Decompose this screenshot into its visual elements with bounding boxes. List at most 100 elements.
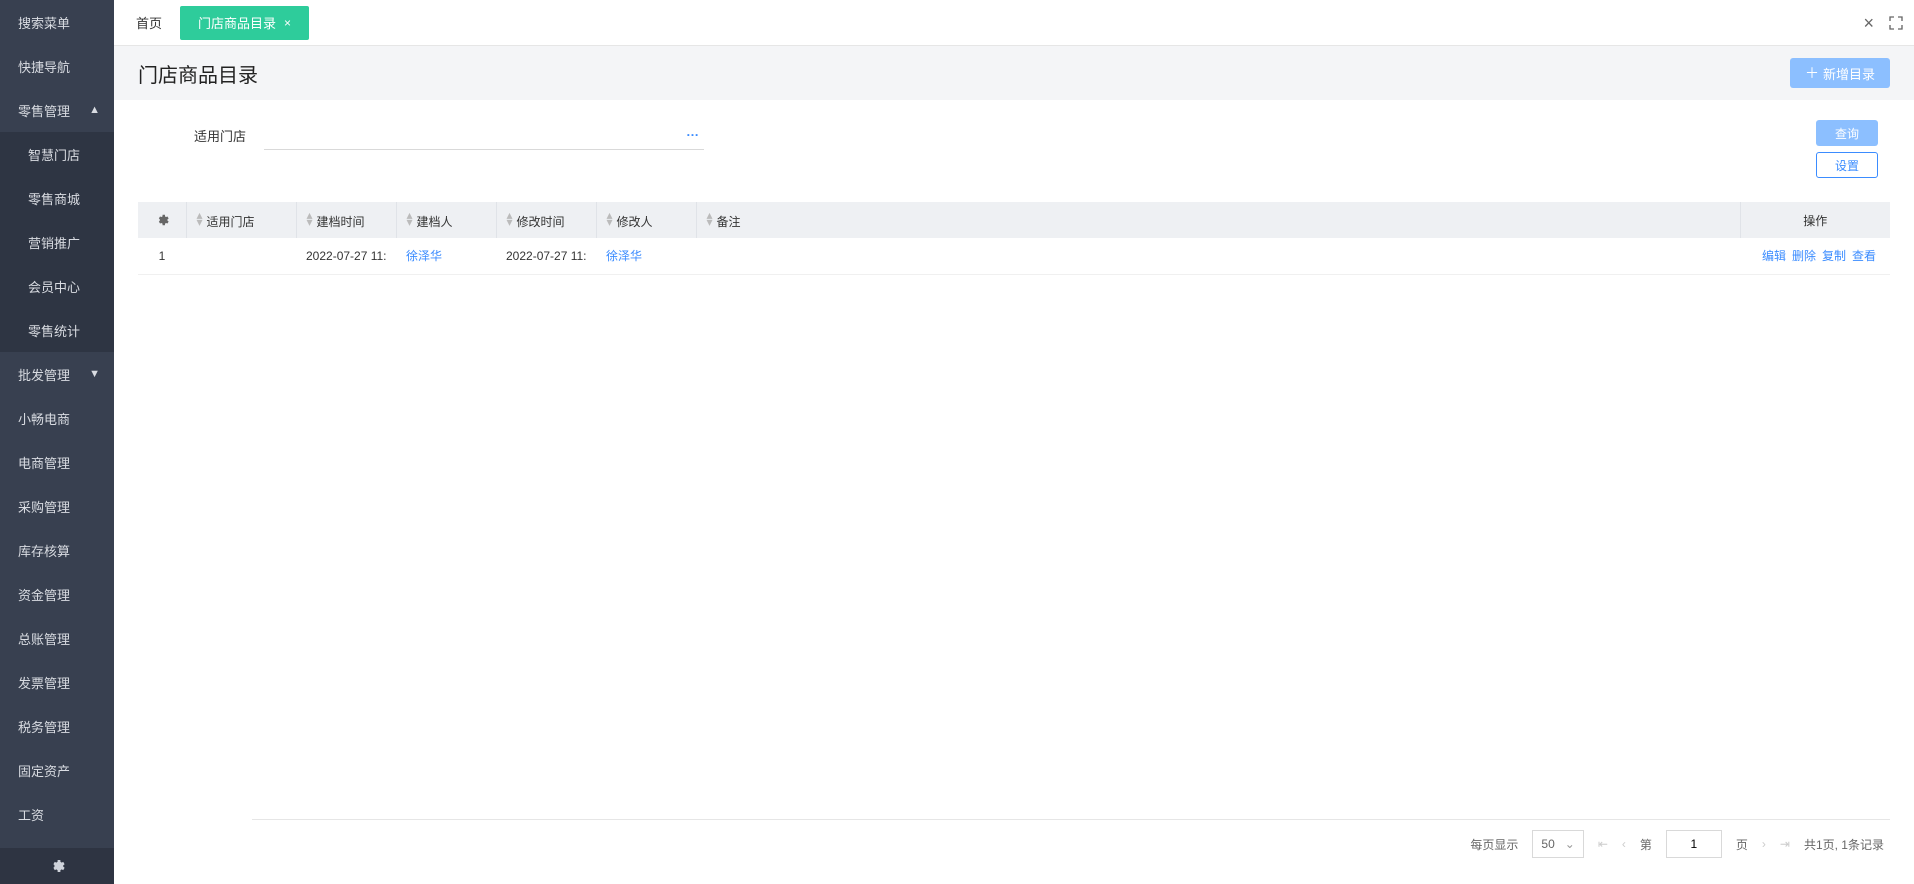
add-catalog-button[interactable]: ＋ 新增目录 (1790, 58, 1890, 88)
ellipsis-icon[interactable]: … (686, 124, 700, 139)
sidebar-item-12[interactable]: 库存核算 (0, 528, 114, 572)
tab-store-catalog[interactable]: 门店商品目录 × (180, 6, 309, 40)
sidebar-item-4[interactable]: 零售商城 (0, 176, 114, 220)
sidebar-item-11[interactable]: 采购管理 (0, 484, 114, 528)
filter-label-store: 适用门店 (144, 126, 246, 145)
sidebar-item-16[interactable]: 税务管理 (0, 704, 114, 748)
prev-page-icon[interactable]: ‹ (1622, 837, 1626, 851)
page-title: 门店商品目录 (138, 59, 258, 88)
sort-icon: ▴▾ (507, 211, 513, 225)
search-button[interactable]: 查询 (1816, 120, 1878, 146)
next-page-icon[interactable]: › (1762, 837, 1766, 851)
sidebar-item-8[interactable]: 批发管理▼ (0, 352, 114, 396)
row-action-删除[interactable]: 删除 (1792, 249, 1816, 263)
table-cell: 2022-07-27 11: (496, 238, 596, 274)
per-page-label: 每页显示 (1470, 836, 1518, 853)
sidebar-item-5[interactable]: 营销推广 (0, 220, 114, 264)
link[interactable]: 徐泽华 (606, 249, 642, 263)
column-creator[interactable]: ▴▾建档人 (396, 202, 496, 238)
column-remark[interactable]: ▴▾备注 (696, 202, 1740, 238)
divider (252, 819, 1890, 820)
sidebar-item-6[interactable]: 会员中心 (0, 264, 114, 308)
page-input-wrap[interactable] (1666, 830, 1722, 858)
page-suffix: 页 (1736, 836, 1748, 853)
column-store[interactable]: ▴▾适用门店 (186, 202, 296, 238)
sort-icon: ▴▾ (707, 211, 713, 225)
sidebar-item-10[interactable]: 电商管理 (0, 440, 114, 484)
chevron-down-icon: ⌄ (1565, 837, 1575, 851)
sidebar-item-label: 资金管理 (18, 585, 70, 604)
sidebar-item-1[interactable]: 快捷导航 (0, 44, 114, 88)
column-created-at[interactable]: ▴▾建档时间 (296, 202, 396, 238)
column-actions: 操作 (1740, 202, 1890, 238)
gear-icon (49, 858, 65, 874)
pager-summary: 共1页, 1条记录 (1804, 836, 1884, 853)
close-icon[interactable]: × (284, 16, 291, 30)
sidebar-item-label: 会员中心 (28, 277, 80, 296)
filter-row: 适用门店 … 查询 设置 (114, 100, 1914, 202)
column-updater[interactable]: ▴▾修改人 (596, 202, 696, 238)
sidebar-settings[interactable] (0, 848, 114, 884)
row-action-编辑[interactable]: 编辑 (1762, 249, 1786, 263)
per-page-select[interactable]: 50 ⌄ (1532, 830, 1583, 858)
tab-label: 首页 (136, 13, 162, 32)
table-cell: 徐泽华 (596, 238, 696, 274)
table-cell: 1 (138, 238, 186, 274)
page-prefix: 第 (1640, 836, 1652, 853)
sidebar-item-label: 快捷导航 (18, 57, 70, 76)
page-input[interactable] (1675, 837, 1713, 851)
pager: 每页显示 50 ⌄ ⇤ ‹ 第 页 › ⇥ 共1页, 1条记录 (1470, 830, 1884, 858)
sidebar-item-label: 税务管理 (18, 717, 70, 736)
tabs-bar: 首页 门店商品目录 × × (114, 0, 1914, 46)
sidebar-item-label: 零售管理 (18, 101, 70, 120)
settings-button[interactable]: 设置 (1816, 152, 1878, 178)
link[interactable]: 徐泽华 (406, 249, 442, 263)
first-page-icon[interactable]: ⇤ (1598, 837, 1608, 851)
sidebar-item-label: 固定资产 (18, 761, 70, 780)
table-cell: 2022-07-27 11: (296, 238, 396, 274)
tab-home[interactable]: 首页 (118, 6, 180, 40)
table: ▴▾适用门店 ▴▾建档时间 ▴▾建档人 ▴▾修改时间 ▴▾修改人 ▴▾备注 操作… (138, 202, 1890, 275)
sidebar-item-label: 总账管理 (18, 629, 70, 648)
sort-icon: ▴▾ (407, 211, 413, 225)
sidebar-item-18[interactable]: 工资 (0, 792, 114, 836)
sidebar-item-label: 营销推广 (28, 233, 80, 252)
sidebar: 搜索菜单快捷导航零售管理 ▲ 智慧门店零售商城营销推广会员中心零售统计批发管理▼ 小畅… (0, 0, 114, 884)
table-cell (696, 238, 1740, 274)
sidebar-item-label: 零售商城 (28, 189, 80, 208)
main: 首页 门店商品目录 × × 门店商品目录 ＋ 新增目录 适用门店 … (114, 0, 1914, 884)
last-page-icon[interactable]: ⇥ (1780, 837, 1790, 851)
row-action-复制[interactable]: 复制 (1822, 249, 1846, 263)
sidebar-item-label: 小畅电商 (18, 409, 70, 428)
sidebar-item-15[interactable]: 发票管理 (0, 660, 114, 704)
fullscreen-icon[interactable] (1888, 15, 1904, 31)
sort-icon: ▴▾ (307, 211, 313, 225)
plus-icon: ＋ (1805, 63, 1819, 83)
sidebar-item-label: 库存核算 (18, 541, 70, 560)
sort-icon: ▴▾ (607, 211, 613, 225)
sort-icon: ▴▾ (197, 211, 203, 225)
sidebar-item-2[interactable]: 零售管理 ▲ (0, 88, 114, 132)
store-input[interactable] (264, 120, 704, 150)
sidebar-item-label: 零售统计 (28, 321, 80, 340)
sidebar-item-7[interactable]: 零售统计 (0, 308, 114, 352)
table-row: 1 2022-07-27 11: 徐泽华 2022-07-27 11: 徐泽华 编辑删除复… (138, 238, 1890, 274)
sidebar-item-9[interactable]: 小畅电商 (0, 396, 114, 440)
sidebar-item-14[interactable]: 总账管理 (0, 616, 114, 660)
tab-label: 门店商品目录 (198, 13, 276, 32)
row-actions: 编辑删除复制查看 (1740, 238, 1890, 274)
sidebar-item-3[interactable]: 智慧门店 (0, 132, 114, 176)
sidebar-item-17[interactable]: 固定资产 (0, 748, 114, 792)
sidebar-item-13[interactable]: 资金管理 (0, 572, 114, 616)
sidebar-item-label: 发票管理 (18, 673, 70, 692)
column-updated-at[interactable]: ▴▾修改时间 (496, 202, 596, 238)
caret-up-icon: ▲ (89, 104, 100, 116)
caret-down-icon: ▼ (89, 368, 100, 380)
column-settings[interactable] (138, 202, 186, 238)
gear-icon (155, 213, 169, 227)
close-icon[interactable]: × (1863, 13, 1874, 34)
sidebar-item-0[interactable]: 搜索菜单 (0, 0, 114, 44)
sidebar-item-label: 采购管理 (18, 497, 70, 516)
row-action-查看[interactable]: 查看 (1852, 249, 1876, 263)
table-cell (186, 238, 296, 274)
